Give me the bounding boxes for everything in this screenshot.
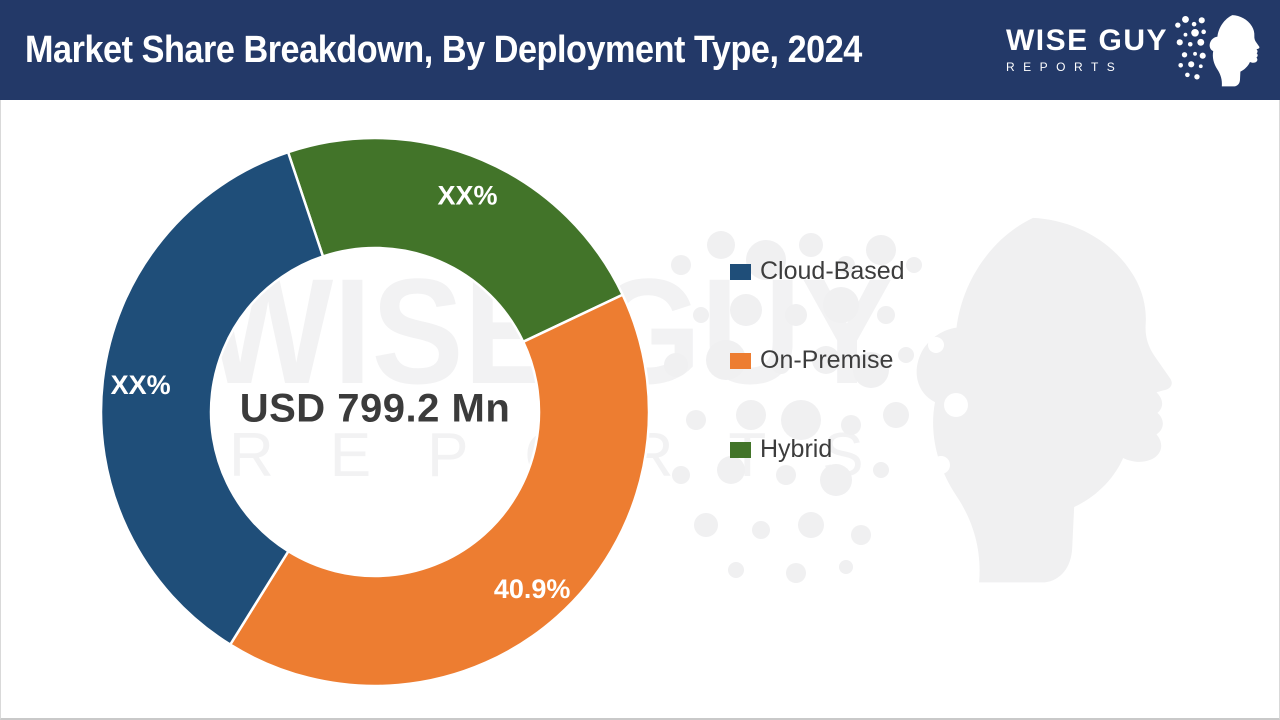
brand-subname: REPORTS — [1005, 60, 1124, 74]
chart-canvas: WISE GUY REPORTS XX%40.9%XX% USD 799.2 M… — [0, 100, 1280, 720]
donut-chart: XX% 40.9% XX% — [99, 136, 651, 688]
legend-swatch-hybrid — [730, 442, 751, 458]
brand-logo: WISE GUY REPORTS — [1006, 11, 1262, 89]
brand-face-icon — [1175, 15, 1260, 87]
legend-label: Hybrid — [760, 435, 833, 463]
chart-center-value: USD 799.2 Mn — [239, 386, 511, 431]
page-title: Market Share Breakdown, By Deployment Ty… — [25, 28, 862, 71]
legend-swatch-cloud-based — [730, 264, 751, 280]
segment-label-on-premise: 40.9% — [494, 574, 571, 604]
chart-legend: Cloud-Based On-Premise Hybrid — [730, 256, 905, 464]
header-bar: Market Share Breakdown, By Deployment Ty… — [0, 0, 1280, 100]
donut-segment-hybrid — [286, 136, 624, 344]
brand-name: WISE GUY — [1005, 24, 1168, 57]
segment-label-hybrid: XX% — [437, 181, 497, 211]
legend-label: On-Premise — [760, 346, 894, 374]
legend-item-hybrid: Hybrid — [730, 434, 905, 464]
legend-item-on-premise: On-Premise — [730, 345, 905, 375]
legend-item-cloud-based: Cloud-Based — [730, 256, 905, 286]
legend-swatch-on-premise — [730, 353, 751, 369]
brand-logo-text: WISE GUY REPORTS — [1005, 24, 1168, 75]
legend-label: Cloud-Based — [760, 257, 905, 285]
donut-segment-on-premise — [228, 293, 651, 688]
segment-label-cloud-based: XX% — [111, 370, 171, 400]
